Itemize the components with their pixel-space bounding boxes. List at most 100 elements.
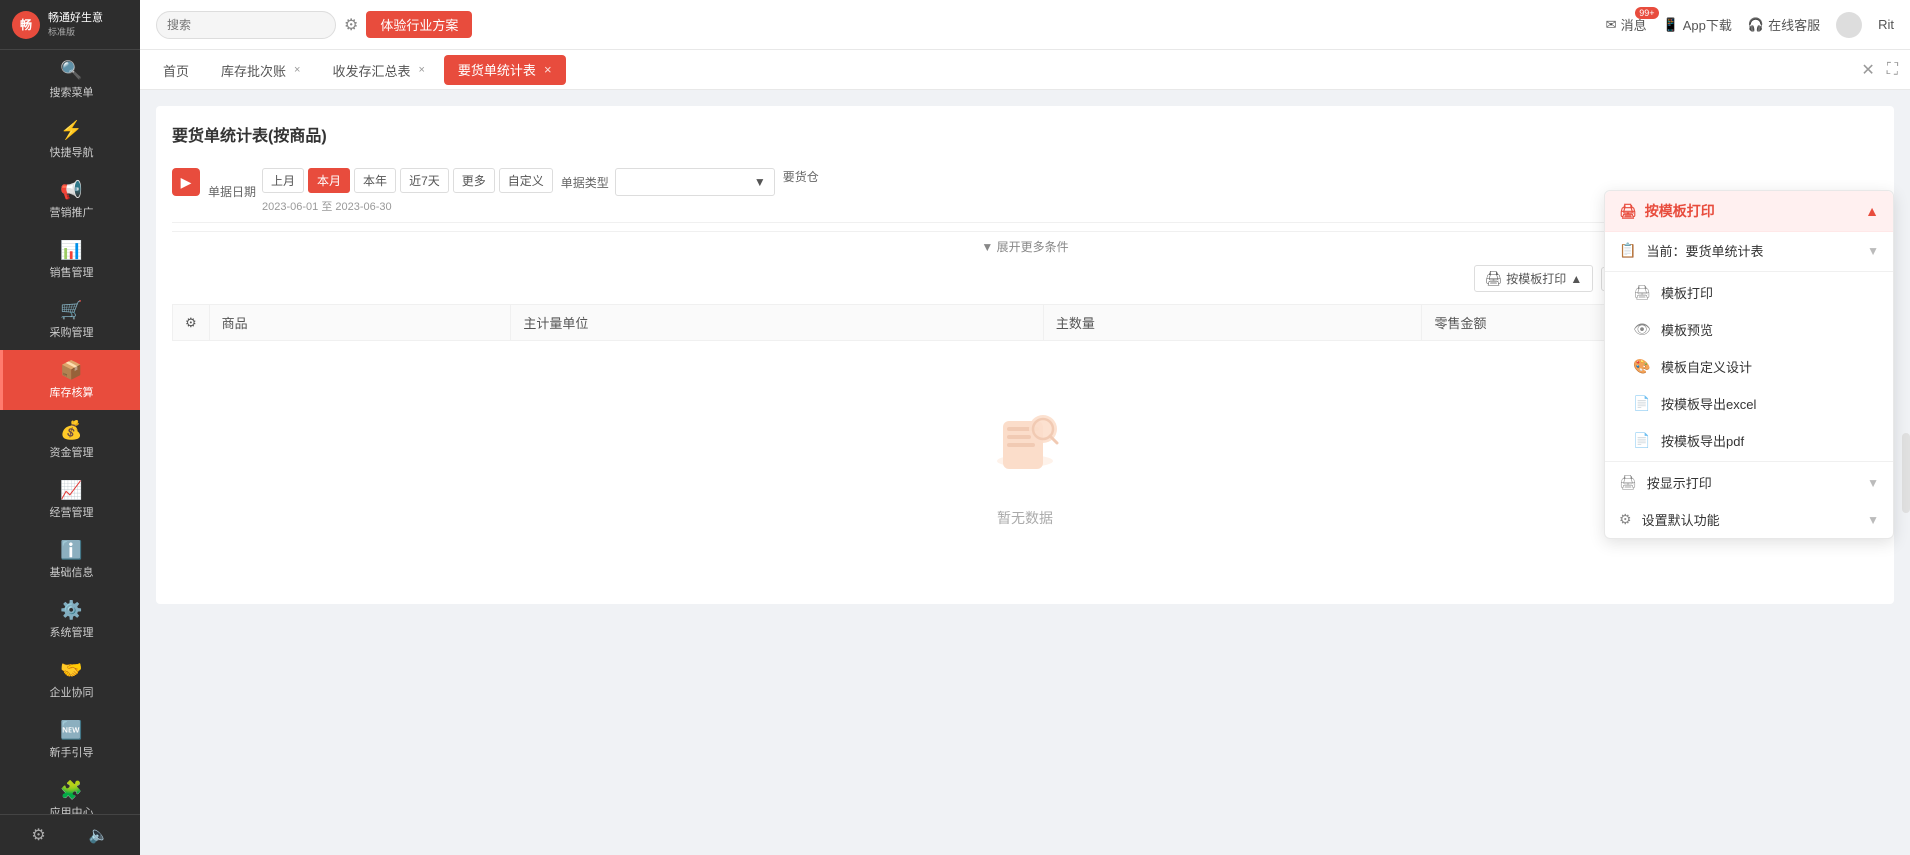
empty-icon [985,401,1065,496]
template-print-dropdown: 🖨 按模板打印 ▲ 📋 当前：要货单统计表 ▼ 🖨 模板打印 👁 [1604,190,1894,539]
sidebar-item-collab[interactable]: 🤝 企业协同 [0,650,140,710]
tab-receivables-close[interactable]: × [418,64,424,76]
sidebar-item-marketing[interactable]: 📢 营销推广 [0,170,140,230]
template-preview-icon: 👁 [1633,321,1651,338]
display-print-icon: 🖨 [1619,474,1637,491]
sidebar-item-apps[interactable]: 🧩 应用中心 [0,770,140,814]
settings-bottom-icon[interactable]: ⚙ [31,825,45,845]
dropdown-display-print[interactable]: 🖨 按显示打印 ▼ [1605,464,1893,501]
quick-nav-icon: ⚡ [60,120,82,141]
sidebar-item-inventory[interactable]: 📦 库存核算 [0,350,140,410]
date-btn-this-month[interactable]: 本月 [308,168,350,193]
dropdown-collapse-button[interactable]: ▲ [1865,203,1879,219]
system-icon: ⚙️ [60,600,82,621]
tab-home[interactable]: 首页 [148,52,204,88]
col-checkbox[interactable]: ⚙ [173,305,210,341]
download-icon: 📱 [1663,17,1679,33]
display-print-left: 🖨 按显示打印 [1619,473,1712,492]
template-print-button[interactable]: 🖨 按模板打印 ▲ [1474,265,1594,292]
sidebar-item-system[interactable]: ⚙️ 系统管理 [0,590,140,650]
logo-badge: 标准版 [48,25,103,38]
template-custom-icon: 🎨 [1633,358,1651,375]
tab-order-stats[interactable]: 要货单统计表 × [444,55,566,85]
dropdown-header[interactable]: 🖨 按模板打印 ▲ [1605,191,1893,232]
sidebar-item-search[interactable]: 🔍 搜索菜单 [0,50,140,110]
template-print-item-icon: 🖨 [1633,284,1651,301]
col-product: 商品 [209,305,511,341]
dropdown-divider-1 [1605,271,1893,272]
search-input[interactable] [156,11,336,39]
sidebar-item-basic[interactable]: ℹ️ 基础信息 [0,530,140,590]
current-template-label: 当前：要货单统计表 [1646,241,1763,260]
filter-toggle-button[interactable]: ▶ [172,168,200,196]
messages-button[interactable]: ✉ 消息 99+ [1606,15,1647,34]
print-dropdown-chevron: ▲ [1570,272,1582,286]
audio-bottom-icon[interactable]: 🔈 [89,825,109,845]
type-filter-group: 单据类型 ▼ [561,168,775,196]
dropdown-item-template-custom[interactable]: 🎨 模板自定义设计 [1605,348,1893,385]
date-btn-prev-month[interactable]: 上月 [262,168,304,193]
tab-batch-account-close[interactable]: × [294,64,300,76]
display-print-chevron: ▼ [1867,476,1879,490]
service-icon: 🎧 [1748,17,1764,33]
type-filter-label: 单据类型 [561,174,609,191]
app-logo: 畅 畅通好生意 标准版 [0,0,140,50]
app-download-label: App下载 [1683,15,1732,34]
date-range-text: 2023-06-01 至 2023-06-30 [262,198,553,214]
col-unit: 主计量单位 [511,305,1043,341]
tab-close-all-button[interactable]: ✕ [1857,56,1878,84]
messages-count: 99+ [1635,7,1658,19]
basic-icon: ℹ️ [60,540,82,561]
online-service-button[interactable]: 🎧 在线客服 [1748,15,1820,34]
tab-order-stats-label: 要货单统计表 [458,60,536,79]
tab-home-label: 首页 [163,61,189,80]
sidebar-item-sales[interactable]: 📊 销售管理 [0,230,140,290]
sidebar-item-quicknav[interactable]: ⚡ 快捷导航 [0,110,140,170]
date-filter-group: 单据日期 上月 本月 本年 近7天 更多 自定义 2023-06-01 至 20… [208,168,553,214]
scroll-indicator[interactable] [1902,433,1910,513]
dropdown-item-template-preview[interactable]: 👁 模板预览 [1605,311,1893,348]
tab-bar-right: ✕ ⛶ [1857,56,1902,84]
tab-receivables[interactable]: 收发存汇总表 × [317,52,439,88]
operations-icon: 📈 [60,480,82,501]
sidebar-item-operations[interactable]: 📈 经营管理 [0,470,140,530]
app-download-button[interactable]: 📱 App下载 [1663,15,1732,34]
sidebar-item-finance[interactable]: 💰 资金管理 [0,410,140,470]
dropdown-current-template[interactable]: 📋 当前：要货单统计表 ▼ [1605,232,1893,269]
date-btn-7days[interactable]: 近7天 [400,168,449,193]
current-template-icon: 📋 [1619,242,1636,259]
type-select[interactable]: ▼ [615,168,775,196]
tab-batch-account[interactable]: 库存批次账 × [206,52,315,88]
sidebar-item-purchase[interactable]: 🛒 采购管理 [0,290,140,350]
date-btn-custom[interactable]: 自定义 [499,168,553,193]
dropdown-item-export-excel[interactable]: 📄 按模板导出excel [1605,385,1893,422]
gear-icon[interactable]: ⚙ [344,15,358,35]
export-excel-icon: 📄 [1633,395,1651,412]
dropdown-item-export-pdf[interactable]: 📄 按模板导出pdf [1605,422,1893,459]
search-icon: 🔍 [60,60,82,81]
sidebar-item-label: 快捷导航 [50,144,94,160]
dropdown-item-template-print[interactable]: 🖨 模板打印 [1605,274,1893,311]
trial-button[interactable]: 体验行业方案 [366,11,472,38]
sidebar-item-label: 企业协同 [50,684,94,700]
dropdown-current-left: 📋 当前：要货单统计表 [1619,241,1763,260]
dropdown-title: 按模板打印 [1645,201,1715,221]
date-btn-more[interactable]: 更多 [453,168,495,193]
current-template-chevron: ▼ [1867,244,1879,258]
avatar[interactable] [1836,12,1862,38]
sidebar-item-label: 销售管理 [50,264,94,280]
template-print-label: 按模板打印 [1506,270,1566,287]
header-left: ⚙ 体验行业方案 [156,11,472,39]
date-btn-this-year[interactable]: 本年 [354,168,396,193]
tab-maximize-button[interactable]: ⛶ [1883,57,1902,83]
sidebar-item-guide[interactable]: 🆕 新手引导 [0,710,140,770]
sidebar-item-label: 经营管理 [50,504,94,520]
expand-more-label: 展开更多条件 [997,240,1069,254]
tab-order-stats-close[interactable]: × [544,62,552,77]
tab-receivables-label: 收发存汇总表 [332,61,410,80]
sidebar-item-label: 系统管理 [50,624,94,640]
dropdown-default-func[interactable]: ⚙ 设置默认功能 ▼ [1605,501,1893,538]
empty-text: 暂无数据 [997,508,1053,528]
chevron-right-icon: ▶ [181,174,192,191]
sidebar-item-label: 资金管理 [50,444,94,460]
